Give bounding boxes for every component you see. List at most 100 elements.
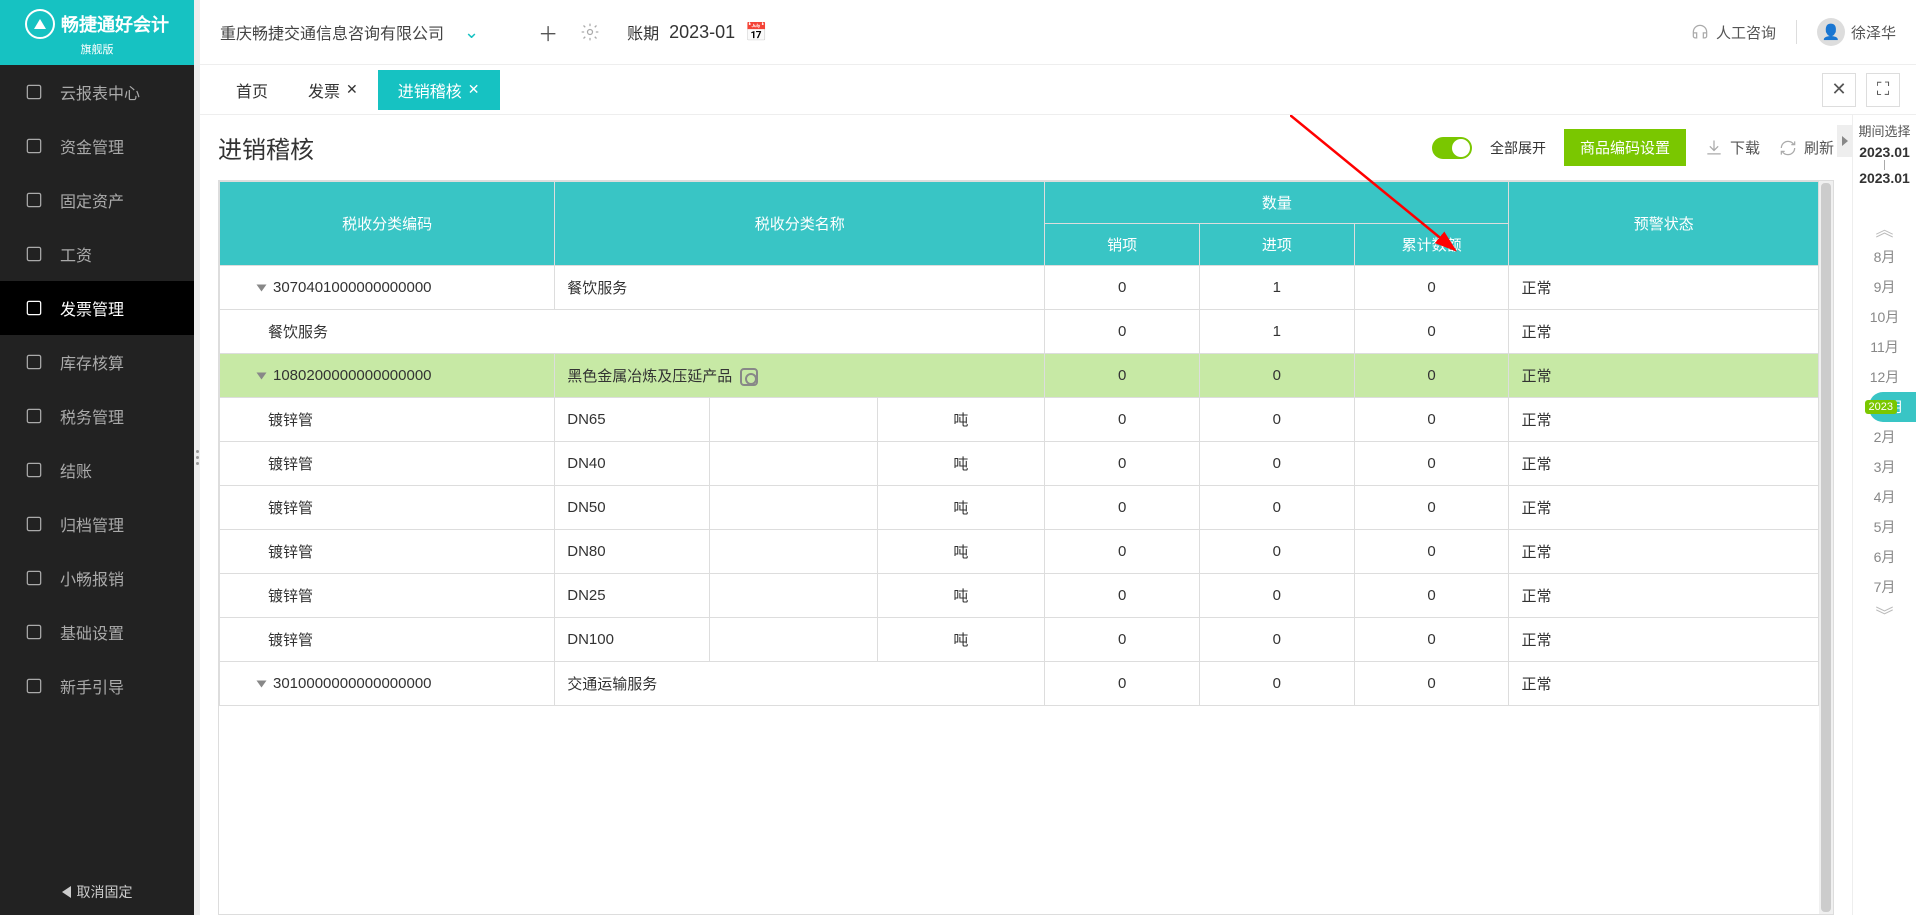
refresh-button[interactable]: 刷新 [1778, 137, 1834, 158]
sidebar-item-11[interactable]: 新手引导 [0, 659, 194, 713]
reimburse-icon [24, 568, 44, 588]
table-row[interactable]: 餐饮服务 010 正常 [220, 310, 1819, 354]
sidebar-item-3[interactable]: 工资 [0, 227, 194, 281]
table-row[interactable]: 1080200000000000000 黑色金属冶炼及压延产品 000 正常 [220, 354, 1819, 398]
tax-icon [24, 406, 44, 426]
main: 重庆畅捷交通信息咨询有限公司 ⌄ ＋ 账期 2023-01 📅 人工咨询 👤 徐… [200, 0, 1916, 915]
rail-month-11月[interactable]: 11月 [1853, 332, 1916, 362]
tab-close-icon[interactable]: ✕ [346, 81, 358, 98]
rail-month-8月[interactable]: 8月 [1853, 242, 1916, 272]
tab-close-icon[interactable]: ✕ [468, 81, 480, 98]
th-code[interactable]: 税收分类编码 [220, 182, 555, 266]
rail-month-9月[interactable]: 9月 [1853, 272, 1916, 302]
sidebar-item-4[interactable]: 发票管理 [0, 281, 194, 335]
sidebar-item-0[interactable]: 云报表中心 [0, 65, 194, 119]
rail-year-from[interactable]: 2023.01 [1859, 144, 1910, 160]
rail-year-tag: 2023 [1865, 400, 1897, 414]
triangle-left-icon [62, 886, 71, 898]
th-cum[interactable]: 累计数额 [1354, 224, 1509, 266]
content: 进销稽核 全部展开 商品编码设置 下载 刷新 [200, 115, 1852, 915]
tab-1[interactable]: 发票✕ [288, 70, 378, 110]
sidebar-item-6[interactable]: 税务管理 [0, 389, 194, 443]
tab-fullscreen[interactable]: ⛶ [1866, 73, 1900, 107]
table-row[interactable]: 镀锌管 DN100 吨 000 正常 [220, 618, 1819, 662]
rail-month-2月[interactable]: 2月 [1853, 422, 1916, 452]
rail-month-1月[interactable]: 20231月 [1869, 392, 1916, 422]
gear-icon [580, 22, 600, 42]
table-row[interactable]: 3010000000000000000 交通运输服务 000 正常 [220, 662, 1819, 706]
company-selector[interactable]: 重庆畅捷交通信息咨询有限公司 ⌄ [220, 20, 479, 44]
expand-icon[interactable] [257, 373, 267, 380]
brand-header: 畅捷通好会计 旗舰版 [0, 0, 194, 65]
sidebar-item-9[interactable]: 小畅报销 [0, 551, 194, 605]
page-title: 进销稽核 [218, 130, 314, 165]
th-name[interactable]: 税收分类名称 [555, 182, 1045, 266]
period-rail: 期间选择 2023.01 2023.01 ︽ 8月9月10月11月12月2023… [1852, 115, 1916, 915]
building-icon [24, 190, 44, 210]
table-row[interactable]: 镀锌管 DN65 吨 000 正常 [220, 398, 1819, 442]
user-menu[interactable]: 👤 徐泽华 [1817, 18, 1896, 46]
gear-icon [24, 622, 44, 642]
tabbar: 首页发票✕进销稽核✕ ✕ ⛶ [200, 65, 1916, 115]
rail-month-7月[interactable]: 7月 [1853, 572, 1916, 602]
sidebar-item-7[interactable]: 结账 [0, 443, 194, 497]
expand-all-toggle[interactable] [1432, 137, 1472, 159]
sidebar-unpin[interactable]: 取消固定 [0, 869, 194, 915]
rail-month-3月[interactable]: 3月 [1853, 452, 1916, 482]
money-icon [24, 136, 44, 156]
content-header: 进销稽核 全部展开 商品编码设置 下载 刷新 [218, 129, 1834, 166]
th-out[interactable]: 销项 [1045, 224, 1200, 266]
accounting-period[interactable]: 账期 2023-01 📅 [627, 20, 768, 44]
th-warn[interactable]: 预警状态 [1509, 182, 1819, 266]
sidebar-item-1[interactable]: 资金管理 [0, 119, 194, 173]
table-row[interactable]: 3070401000000000000 餐饮服务 010 正常 [220, 266, 1819, 310]
play-icon [24, 676, 44, 696]
table-row[interactable]: 镀锌管 DN25 吨 000 正常 [220, 574, 1819, 618]
chevron-right-icon [1842, 136, 1848, 146]
download-button[interactable]: 下载 [1704, 137, 1760, 158]
support-link[interactable]: 人工咨询 [1690, 22, 1776, 43]
rail-next[interactable]: ︾ [1876, 602, 1894, 628]
product-code-settings-button[interactable]: 商品编码设置 [1564, 129, 1686, 166]
table-row[interactable]: 镀锌管 DN80 吨 000 正常 [220, 530, 1819, 574]
table-row[interactable]: 镀锌管 DN40 吨 000 正常 [220, 442, 1819, 486]
table-row[interactable]: 镀锌管 DN50 吨 000 正常 [220, 486, 1819, 530]
th-qty[interactable]: 数量 [1045, 182, 1509, 224]
th-in[interactable]: 进项 [1199, 224, 1354, 266]
rail-year-to[interactable]: 2023.01 [1859, 170, 1910, 186]
brand-name: 畅捷通好会计 [61, 11, 169, 37]
settings-button[interactable] [575, 17, 605, 47]
add-button[interactable]: ＋ [533, 17, 563, 47]
vertical-scrollbar[interactable] [1819, 181, 1833, 914]
expand-icon[interactable] [257, 285, 267, 292]
rail-collapse-button[interactable] [1837, 125, 1853, 157]
sidebar-item-8[interactable]: 归档管理 [0, 497, 194, 551]
sidebar-item-10[interactable]: 基础设置 [0, 605, 194, 659]
rail-prev[interactable]: ︽ [1876, 216, 1894, 242]
calendar-icon: 📅 [745, 22, 767, 43]
rail-month-12月[interactable]: 12月 [1853, 362, 1916, 392]
rail-month-4月[interactable]: 4月 [1853, 482, 1916, 512]
sidebar-item-5[interactable]: 库存核算 [0, 335, 194, 389]
divider [1796, 20, 1797, 44]
rail-month-10月[interactable]: 10月 [1853, 302, 1916, 332]
zoom-icon[interactable] [740, 368, 758, 386]
tab-close-all[interactable]: ✕ [1822, 73, 1856, 107]
avatar-icon: 👤 [1817, 18, 1845, 46]
headset-icon [1690, 22, 1710, 42]
sidebar: 畅捷通好会计 旗舰版 云报表中心资金管理固定资产工资发票管理库存核算税务管理结账… [0, 0, 194, 915]
download-icon [1704, 138, 1724, 158]
tab-0[interactable]: 首页 [216, 70, 288, 110]
brand-edition: 旗舰版 [81, 41, 114, 57]
tab-2[interactable]: 进销稽核✕ [378, 70, 500, 110]
rail-month-6月[interactable]: 6月 [1853, 542, 1916, 572]
topbar: 重庆畅捷交通信息咨询有限公司 ⌄ ＋ 账期 2023-01 📅 人工咨询 👤 徐… [200, 0, 1916, 65]
checkbook-icon [24, 460, 44, 480]
sidebar-item-2[interactable]: 固定资产 [0, 173, 194, 227]
rail-title: 期间选择 [1858, 121, 1910, 140]
expand-icon[interactable] [257, 681, 267, 688]
expand-all-label: 全部展开 [1490, 138, 1546, 158]
refresh-icon [1778, 138, 1798, 158]
person-card-icon [24, 244, 44, 264]
rail-month-5月[interactable]: 5月 [1853, 512, 1916, 542]
